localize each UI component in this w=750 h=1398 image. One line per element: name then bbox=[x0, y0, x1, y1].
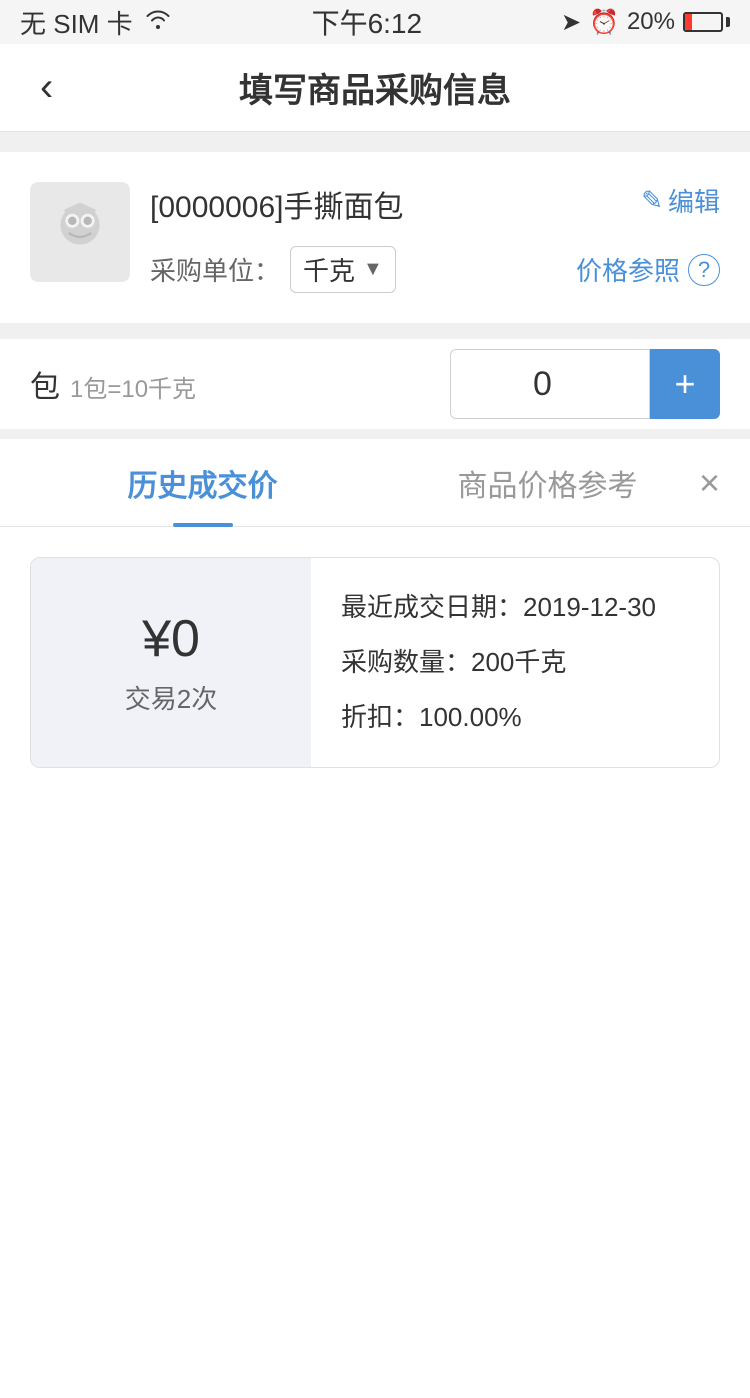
quantity-unit-name: 包 bbox=[30, 362, 60, 406]
date-value: 2019-12-30 bbox=[523, 592, 656, 622]
discount-label: 折扣： bbox=[341, 702, 419, 732]
unit-value: 千克 bbox=[303, 251, 355, 288]
tab-product-price[interactable]: 商品价格参考 bbox=[375, 439, 720, 527]
status-bar: 无 SIM 卡 下午6:12 ➤ ⏰ 20% bbox=[0, 0, 750, 44]
edit-label: 编辑 bbox=[668, 182, 720, 219]
qty-value: 200千克 bbox=[471, 647, 566, 677]
nav-bar: ‹ 填写商品采购信息 bbox=[0, 44, 750, 132]
product-card: [0000006]手撕面包 ✎ 编辑 采购单位： 千克 ▼ 价格参照 ? bbox=[0, 152, 750, 323]
tab-history-label: 历史成交价 bbox=[128, 461, 278, 505]
history-price-value: ¥0 bbox=[142, 609, 200, 669]
tab-product-label: 商品价格参考 bbox=[458, 461, 638, 505]
alarm-icon: ⏰ bbox=[589, 8, 619, 37]
history-qty-row: 采购数量：200千克 bbox=[341, 643, 689, 682]
close-button[interactable]: × bbox=[689, 452, 730, 514]
history-trades-count: 交易2次 bbox=[125, 679, 217, 716]
quantity-left: 包 1包=10千克 bbox=[30, 362, 196, 406]
location-icon: ➤ bbox=[561, 8, 581, 37]
history-content: ¥0 交易2次 最近成交日期：2019-12-30 采购数量：200千克 折扣：… bbox=[0, 527, 750, 798]
discount-value: 100.00% bbox=[419, 702, 522, 732]
status-time: 下午6:12 bbox=[312, 2, 423, 42]
page-title: 填写商品采购信息 bbox=[239, 63, 511, 112]
edit-icon: ✎ bbox=[641, 185, 663, 216]
history-card: ¥0 交易2次 最近成交日期：2019-12-30 采购数量：200千克 折扣：… bbox=[30, 557, 720, 768]
product-header: [0000006]手撕面包 ✎ 编辑 bbox=[150, 182, 720, 226]
battery-percent: 20% bbox=[627, 8, 675, 36]
quantity-plus-button[interactable]: + bbox=[650, 349, 720, 419]
tabs-container: 历史成交价 商品价格参考 × bbox=[0, 439, 750, 527]
quantity-input[interactable]: 0 bbox=[450, 349, 650, 419]
product-unit-row: 采购单位： 千克 ▼ 价格参照 ? bbox=[150, 246, 720, 293]
product-image bbox=[30, 182, 130, 282]
chevron-down-icon: ▼ bbox=[363, 258, 383, 281]
page-rest bbox=[0, 798, 750, 1398]
tab-history-price[interactable]: 历史成交价 bbox=[30, 439, 375, 527]
section-divider bbox=[0, 323, 750, 339]
back-button[interactable]: ‹ bbox=[30, 55, 63, 120]
edit-button[interactable]: ✎ 编辑 bbox=[641, 182, 720, 219]
product-info: [0000006]手撕面包 ✎ 编辑 采购单位： 千克 ▼ 价格参照 ? bbox=[150, 182, 720, 293]
carrier-text: 无 SIM 卡 bbox=[20, 4, 133, 41]
battery-icon bbox=[683, 12, 730, 32]
history-details-panel: 最近成交日期：2019-12-30 采购数量：200千克 折扣：100.00% bbox=[311, 558, 719, 767]
unit-select[interactable]: 千克 ▼ bbox=[290, 246, 396, 293]
history-price-panel: ¥0 交易2次 bbox=[31, 558, 311, 767]
wifi-icon bbox=[143, 7, 173, 38]
date-label: 最近成交日期： bbox=[341, 592, 523, 622]
history-discount-row: 折扣：100.00% bbox=[341, 698, 689, 737]
history-date-row: 最近成交日期：2019-12-30 bbox=[341, 588, 689, 627]
help-icon: ? bbox=[688, 254, 720, 286]
status-right: ➤ ⏰ 20% bbox=[561, 8, 730, 37]
status-left: 无 SIM 卡 bbox=[20, 4, 173, 41]
qty-label: 采购数量： bbox=[341, 647, 471, 677]
quantity-row: 包 1包=10千克 0 + bbox=[0, 339, 750, 429]
quantity-unit-hint: 1包=10千克 bbox=[70, 369, 196, 404]
price-reference-button[interactable]: 价格参照 ? bbox=[576, 251, 720, 288]
unit-label: 采购单位： bbox=[150, 251, 280, 288]
tab-active-indicator bbox=[173, 523, 233, 527]
price-ref-label: 价格参照 bbox=[576, 251, 680, 288]
bottom-sheet: 历史成交价 商品价格参考 × ¥0 交易2次 最近成交日期：2019-12-30… bbox=[0, 439, 750, 798]
quantity-input-area: 0 + bbox=[450, 349, 720, 419]
plus-icon: + bbox=[674, 363, 695, 405]
product-name: [0000006]手撕面包 bbox=[150, 182, 403, 226]
